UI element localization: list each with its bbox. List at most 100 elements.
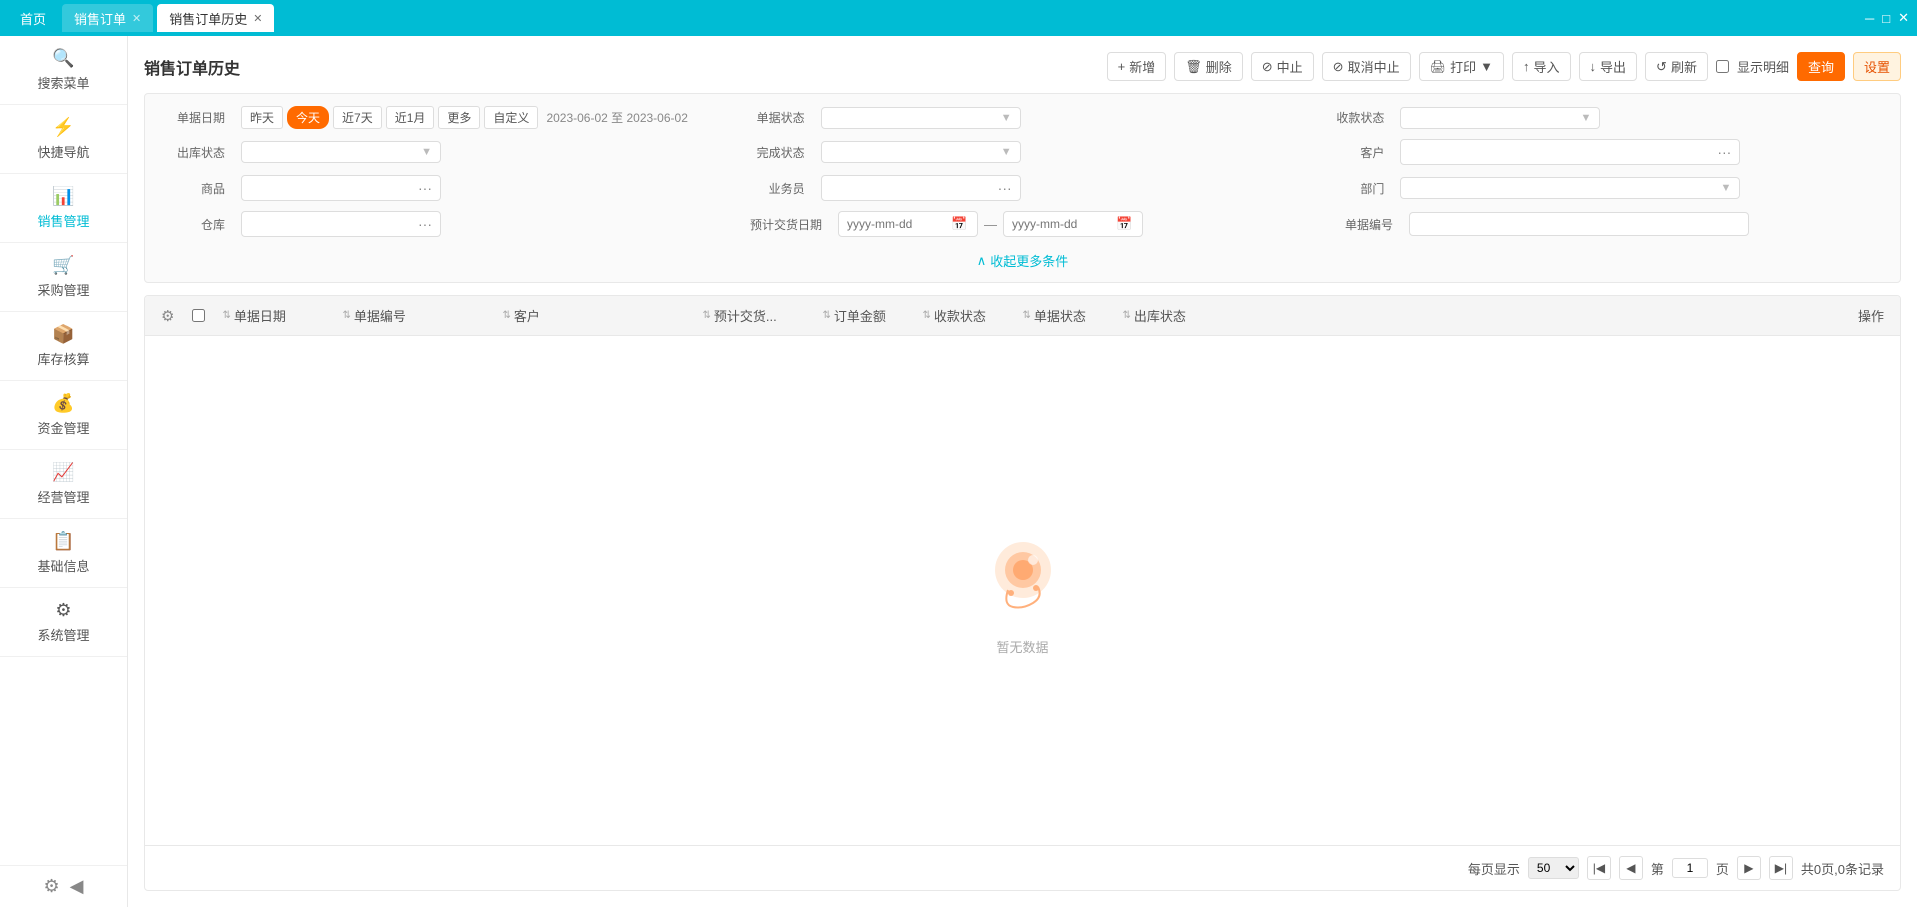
doc-number-input[interactable]	[1409, 212, 1749, 236]
query-button[interactable]: 查询	[1797, 52, 1845, 81]
complete-status-select[interactable]: ▼	[821, 141, 1021, 163]
collapse-up-icon: ∧	[977, 253, 987, 269]
sidebar-item-search-menu[interactable]: 🔍 搜索菜单	[0, 36, 127, 105]
current-page-input[interactable]	[1672, 858, 1708, 878]
page-size-select[interactable]: 10 20 50 100	[1528, 857, 1579, 879]
prev-page-button[interactable]: ◀	[1619, 856, 1643, 880]
sort-icon[interactable]: ⇅	[222, 310, 230, 321]
sidebar-item-operation[interactable]: 📈 经营管理	[0, 450, 127, 519]
sidebar-item-capital[interactable]: 💰 资金管理	[0, 381, 127, 450]
cancel-stop-icon: ⊘	[1333, 59, 1344, 75]
warehouse-select[interactable]: ···	[241, 211, 441, 237]
window-controls: ─ □ ✕	[1865, 10, 1909, 26]
main-layout: 🔍 搜索菜单 ⚡ 快捷导航 📊 销售管理 🛒 采购管理 📦 库存核算 💰 资金管…	[0, 36, 1917, 907]
collapse-button[interactable]: ∧ 收起更多条件	[977, 251, 1069, 270]
sidebar-item-inventory[interactable]: 📦 库存核算	[0, 312, 127, 381]
dots-icon-product: ···	[418, 180, 432, 196]
date-btn-yesterday[interactable]: 昨天	[241, 106, 283, 129]
sort-icon-delivery[interactable]: ⇅	[702, 310, 710, 321]
collapse-sidebar-icon[interactable]: ◀	[70, 876, 84, 897]
delivery-date-to-input[interactable]: 📅	[1003, 211, 1143, 237]
settings-button[interactable]: 设置	[1853, 52, 1901, 81]
salesman-select[interactable]: ···	[821, 175, 1021, 201]
sidebar-item-system[interactable]: ⚙ 系统管理	[0, 588, 127, 657]
chevron-down-icon-5: ▼	[1720, 182, 1731, 194]
date-btn-1month[interactable]: 近1月	[386, 106, 435, 129]
total-text: 共0页,0条记录	[1801, 859, 1884, 878]
first-page-button[interactable]: |◀	[1587, 856, 1611, 880]
empty-illustration	[973, 525, 1073, 625]
print-icon: 🖨	[1430, 59, 1447, 75]
th-action: 操作	[1214, 306, 1892, 325]
page-title: 销售订单历史	[144, 55, 240, 79]
system-icon: ⚙	[55, 600, 71, 621]
payment-status-select[interactable]: ▼	[1400, 107, 1600, 129]
inventory-icon: 📦	[52, 324, 74, 345]
delivery-date-from-input[interactable]: 📅	[838, 211, 978, 237]
sidebar-item-purchase-mgmt[interactable]: 🛒 采购管理	[0, 243, 127, 312]
filter-row-4: 仓库 ··· 预计交货日期 📅 —	[161, 211, 1884, 237]
display-detail-checkbox[interactable]	[1716, 60, 1729, 73]
tab-sales-order[interactable]: 销售订单 ✕	[62, 4, 153, 32]
sort-icon-customer[interactable]: ⇅	[502, 310, 510, 321]
sort-icon-amount[interactable]: ⇅	[822, 310, 830, 321]
dept-select[interactable]: ▼	[1400, 177, 1740, 199]
delete-icon: 🗑	[1185, 59, 1202, 75]
import-button[interactable]: ↑ 导入	[1512, 52, 1571, 81]
page-text: 第	[1651, 859, 1664, 878]
outbound-status-select[interactable]: ▼	[241, 141, 441, 163]
calendar-icon-from: 📅	[951, 216, 967, 232]
chevron-down-icon-3: ▼	[421, 146, 432, 158]
date-label: 单据日期	[161, 109, 225, 126]
refresh-button[interactable]: ↺ 刷新	[1645, 52, 1708, 81]
date-range-buttons: 昨天 今天 近7天 近1月 更多 自定义	[241, 106, 538, 129]
date-btn-7days[interactable]: 近7天	[333, 106, 382, 129]
delivery-from-field[interactable]	[847, 217, 947, 231]
dropdown-arrow: ▼	[1480, 59, 1493, 74]
delivery-date-control: 📅 — 📅	[838, 211, 1313, 237]
sidebar-item-quick-nav[interactable]: ⚡ 快捷导航	[0, 105, 127, 174]
stop-button[interactable]: ⊘ 中止	[1251, 52, 1314, 81]
chevron-down-icon-4: ▼	[1001, 146, 1012, 158]
th-date: ⇅ 单据日期	[214, 306, 334, 325]
sort-icon-outbound[interactable]: ⇅	[1122, 310, 1130, 321]
sort-icon-status[interactable]: ⇅	[1022, 310, 1030, 321]
sort-icon-num[interactable]: ⇅	[342, 310, 350, 321]
cancel-stop-button[interactable]: ⊘ 取消中止	[1322, 52, 1411, 81]
sidebar-item-basic-info[interactable]: 📋 基础信息	[0, 519, 127, 588]
next-page-button[interactable]: ▶	[1737, 856, 1761, 880]
top-bar: 销售订单历史 首页 销售订单 ✕ 销售订单历史 ✕ ─ □ ✕	[0, 0, 1917, 36]
th-outbound: ⇅ 出库状态	[1114, 306, 1214, 325]
settings-bottom-icon[interactable]: ⚙	[44, 876, 60, 897]
new-button[interactable]: + 新增	[1107, 52, 1167, 81]
delete-button[interactable]: 🗑 删除	[1174, 52, 1243, 81]
sales-icon: 📊	[52, 186, 74, 207]
purchase-icon: 🛒	[52, 255, 74, 276]
sidebar-item-label: 采购管理	[37, 280, 89, 299]
sidebar-item-label: 资金管理	[37, 418, 89, 437]
delivery-date-range: 📅 — 📅	[838, 211, 1143, 237]
print-button[interactable]: 🖨 打印 ▼	[1419, 52, 1504, 81]
date-btn-today[interactable]: 今天	[287, 106, 329, 129]
last-page-button[interactable]: ▶|	[1769, 856, 1793, 880]
delivery-to-field[interactable]	[1012, 217, 1112, 231]
th-number: ⇅ 单据编号	[334, 306, 494, 325]
tab-sales-order-history[interactable]: 销售订单历史 ✕	[157, 4, 274, 32]
date-btn-custom[interactable]: 自定义	[484, 106, 538, 129]
tab-close-sales-order-history[interactable]: ✕	[253, 12, 262, 25]
customer-select[interactable]: ···	[1400, 139, 1740, 165]
settings-icon[interactable]: ⚙	[161, 307, 174, 325]
sidebar-item-sales-mgmt[interactable]: 📊 销售管理	[0, 174, 127, 243]
export-button[interactable]: ↓ 导出	[1579, 52, 1638, 81]
filter-area: 单据日期 昨天 今天 近7天 近1月 更多 自定义 2023-06-02 至 2…	[144, 93, 1901, 283]
basic-info-icon: 📋	[52, 531, 74, 552]
doc-status-select[interactable]: ▼	[821, 107, 1021, 129]
product-select[interactable]: ···	[241, 175, 441, 201]
tab-close-sales-order[interactable]: ✕	[132, 12, 141, 25]
display-detail-toggle[interactable]: 显示明细	[1716, 57, 1789, 76]
select-all-checkbox[interactable]	[192, 309, 205, 322]
date-btn-more[interactable]: 更多	[438, 106, 480, 129]
sort-icon-payment[interactable]: ⇅	[922, 310, 930, 321]
tab-home[interactable]: 销售订单历史 首页	[8, 4, 58, 32]
sidebar-item-label: 销售管理	[37, 211, 89, 230]
